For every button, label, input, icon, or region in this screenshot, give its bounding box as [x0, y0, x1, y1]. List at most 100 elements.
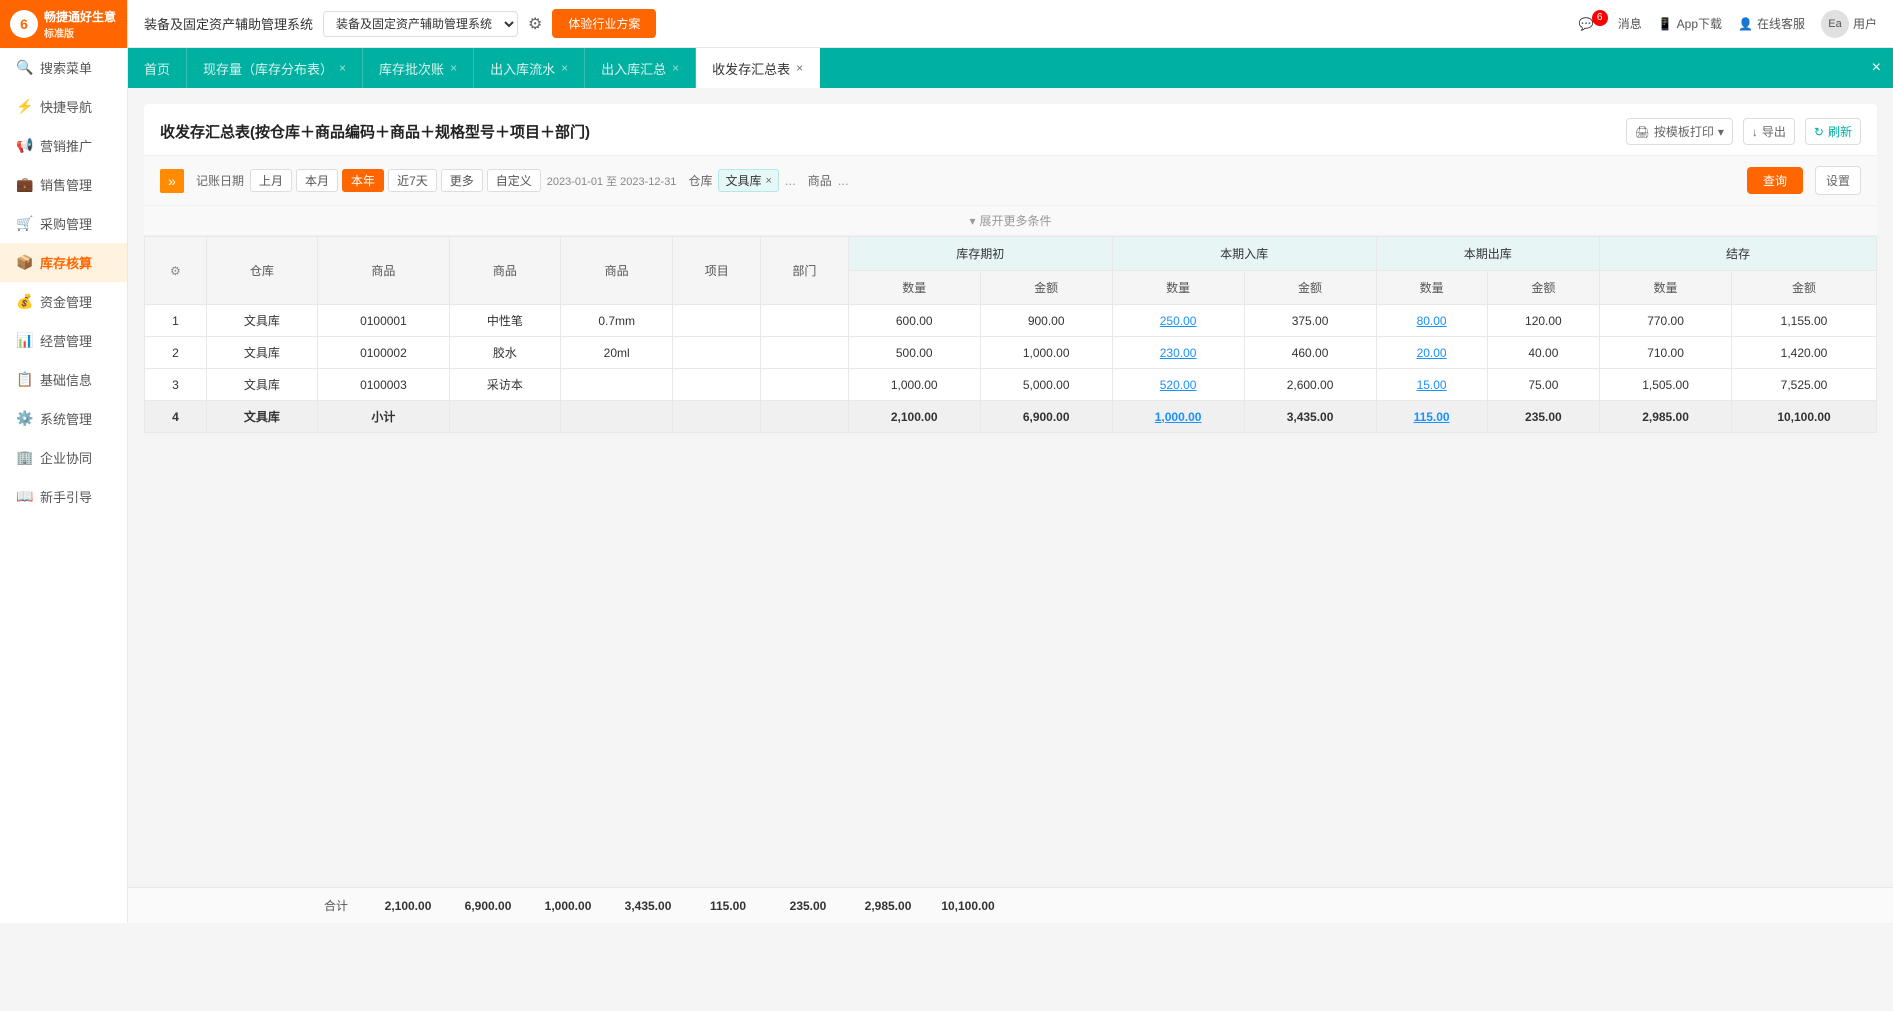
col-in-amt-header: 金额 — [1244, 271, 1376, 305]
row3-closing-qty: 1,505.00 — [1600, 369, 1732, 401]
subtotal-warehouse: 文具库 — [206, 401, 317, 433]
system-title: 装备及固定资产辅助管理系统 — [144, 14, 313, 33]
printer-icon: 🖨 — [1635, 125, 1650, 139]
sidebar-item-system[interactable]: ⚙️ 系统管理 — [0, 399, 127, 438]
subtotal-label: 小计 — [317, 401, 449, 433]
sidebar-item-basic-info[interactable]: 📋 基础信息 — [0, 360, 127, 399]
tab-inout-flow-close[interactable]: × — [561, 61, 568, 75]
col-out-amt-header: 金额 — [1487, 271, 1599, 305]
row2-goods-name: 胶水 — [449, 337, 560, 369]
row3-project — [673, 369, 761, 401]
footer-closing-qty: 2,985.00 — [848, 899, 928, 913]
sidebar-item-label: 基础信息 — [40, 370, 92, 389]
expand-more-btn[interactable]: ▾ 展开更多条件 — [144, 206, 1877, 236]
subtotal-out-qty[interactable]: 115.00 — [1376, 401, 1487, 433]
row2-goods-spec: 20ml — [560, 337, 672, 369]
app-download-item[interactable]: 📱 App下载 — [1658, 15, 1722, 32]
row3-out-qty[interactable]: 15.00 — [1376, 369, 1487, 401]
app-download-label: App下载 — [1677, 15, 1722, 32]
export-button[interactable]: ↓ 导出 — [1743, 118, 1795, 145]
app-name: 畅捷通好生意 — [44, 8, 116, 25]
subtotal-in-amt: 3,435.00 — [1244, 401, 1376, 433]
subtotal-col5 — [673, 401, 761, 433]
tab-batch-close[interactable]: × — [450, 61, 457, 75]
row2-out-qty[interactable]: 20.00 — [1376, 337, 1487, 369]
tabbar-close-all[interactable]: × — [1860, 48, 1893, 88]
subtotal-col3 — [449, 401, 560, 433]
row1-out-qty[interactable]: 80.00 — [1376, 305, 1487, 337]
row3-goods-spec — [560, 369, 672, 401]
warehouse-filter-group: 仓库 文具库 × ... — [688, 169, 795, 192]
refresh-label: 刷新 — [1828, 123, 1852, 140]
system-selector[interactable]: 装备及固定资产辅助管理系统 — [323, 11, 518, 37]
chart-icon: 📊 — [16, 332, 32, 349]
filter-setting-button[interactable]: 设置 — [1815, 166, 1861, 195]
app-logo: 6 畅捷通好生意 标准版 — [0, 0, 127, 48]
sidebar-item-label: 经营管理 — [40, 331, 92, 350]
sidebar-item-enterprise[interactable]: 🏢 企业协同 — [0, 438, 127, 477]
settings-icon[interactable]: ⚙ — [528, 14, 542, 34]
sidebar-item-finance[interactable]: 💰 资金管理 — [0, 282, 127, 321]
subtotal-col6 — [761, 401, 849, 433]
row1-no: 1 — [145, 305, 207, 337]
headset-icon: 👤 — [1738, 17, 1753, 31]
tab-receive-send-close[interactable]: × — [796, 61, 803, 75]
col-settings[interactable]: ⚙ — [145, 237, 207, 305]
sidebar-item-marketing[interactable]: 📢 营销推广 — [0, 126, 127, 165]
user-item[interactable]: Ea 用户 — [1821, 10, 1877, 38]
sidebar-item-purchase[interactable]: 🛒 采购管理 — [0, 204, 127, 243]
table-row: 2 文具库 0100002 胶水 20ml 500.00 1,000.00 23… — [145, 337, 1877, 369]
col-department-header: 部门 — [761, 237, 849, 305]
warehouse-tag-value: 文具库 — [725, 172, 761, 189]
avatar: Ea — [1821, 10, 1849, 38]
last-month-btn[interactable]: 上月 — [250, 169, 292, 192]
tab-receive-send[interactable]: 收发存汇总表 × — [696, 48, 820, 88]
row3-goods-name: 采访本 — [449, 369, 560, 401]
trial-button[interactable]: 体验行业方案 — [552, 9, 656, 38]
custom-date-btn[interactable]: 自定义 — [487, 169, 541, 192]
tab-home[interactable]: 首页 — [128, 48, 187, 88]
sidebar-item-quick-nav[interactable]: ⚡ 快捷导航 — [0, 87, 127, 126]
warehouse-more-icon[interactable]: ... — [785, 173, 796, 188]
sidebar-item-label: 库存核算 — [40, 253, 92, 272]
row3-opening-qty: 1,000.00 — [848, 369, 980, 401]
tab-inout-summary[interactable]: 出入库汇总 × — [585, 48, 696, 88]
row1-in-amt: 375.00 — [1244, 305, 1376, 337]
topbar: 装备及固定资产辅助管理系统 装备及固定资产辅助管理系统 ⚙ 体验行业方案 💬 6… — [128, 0, 1893, 48]
this-month-btn[interactable]: 本月 — [296, 169, 338, 192]
content-panel: 收发存汇总表(按仓库＋商品编码＋商品＋规格型号＋项目＋部门) 🖨 按模板打印 ▾… — [144, 104, 1877, 433]
sidebar-item-sales[interactable]: 💼 销售管理 — [0, 165, 127, 204]
sidebar-item-operations[interactable]: 📊 经营管理 — [0, 321, 127, 360]
tab-inout-flow[interactable]: 出入库流水 × — [474, 48, 585, 88]
row2-in-qty[interactable]: 230.00 — [1112, 337, 1244, 369]
last-7-days-btn[interactable]: 近7天 — [388, 169, 437, 192]
notification-badge: 6 — [1592, 10, 1608, 26]
more-date-btn[interactable]: 更多 — [441, 169, 483, 192]
topbar-right: 💬 6 消息 📱 App下载 👤 在线客服 Ea 用户 — [1579, 10, 1877, 38]
sidebar-item-label: 新手引导 — [40, 487, 92, 506]
sidebar-item-guide[interactable]: 📖 新手引导 — [0, 477, 127, 516]
sidebar-item-search[interactable]: 🔍 搜索菜单 — [0, 48, 127, 87]
subtotal-in-qty[interactable]: 1,000.00 — [1112, 401, 1244, 433]
notifications-item[interactable]: 💬 6 消息 — [1579, 15, 1642, 32]
warehouse-tag-close[interactable]: × — [765, 175, 771, 187]
footer-closing-amt: 10,100.00 — [928, 899, 1008, 913]
table-settings-icon[interactable]: ⚙ — [170, 264, 181, 278]
goods-more-icon[interactable]: ... — [838, 173, 849, 188]
row1-in-qty[interactable]: 250.00 — [1112, 305, 1244, 337]
tab-inout-summary-close[interactable]: × — [672, 61, 679, 75]
sidebar-item-label: 快捷导航 — [40, 97, 92, 116]
print-button[interactable]: 🖨 按模板打印 ▾ — [1626, 118, 1733, 145]
sidebar-item-inventory[interactable]: 📦 库存核算 — [0, 243, 127, 282]
online-service-item[interactable]: 👤 在线客服 — [1738, 15, 1805, 32]
search-button[interactable]: 查询 — [1747, 167, 1803, 194]
tab-batch[interactable]: 库存批次账 × — [363, 48, 474, 88]
filter-toggle[interactable]: » — [160, 169, 184, 193]
refresh-button[interactable]: ↻ 刷新 — [1805, 118, 1861, 145]
this-year-btn[interactable]: 本年 — [342, 169, 384, 192]
row3-in-qty[interactable]: 520.00 — [1112, 369, 1244, 401]
col-in-group-header: 本期入库 — [1112, 237, 1376, 271]
tab-stock-dist[interactable]: 现存量（库存分布表） × — [187, 48, 363, 88]
footer-total-bar: 合计 2,100.00 6,900.00 1,000.00 3,435.00 1… — [128, 887, 1893, 923]
tab-stock-dist-close[interactable]: × — [339, 61, 346, 75]
